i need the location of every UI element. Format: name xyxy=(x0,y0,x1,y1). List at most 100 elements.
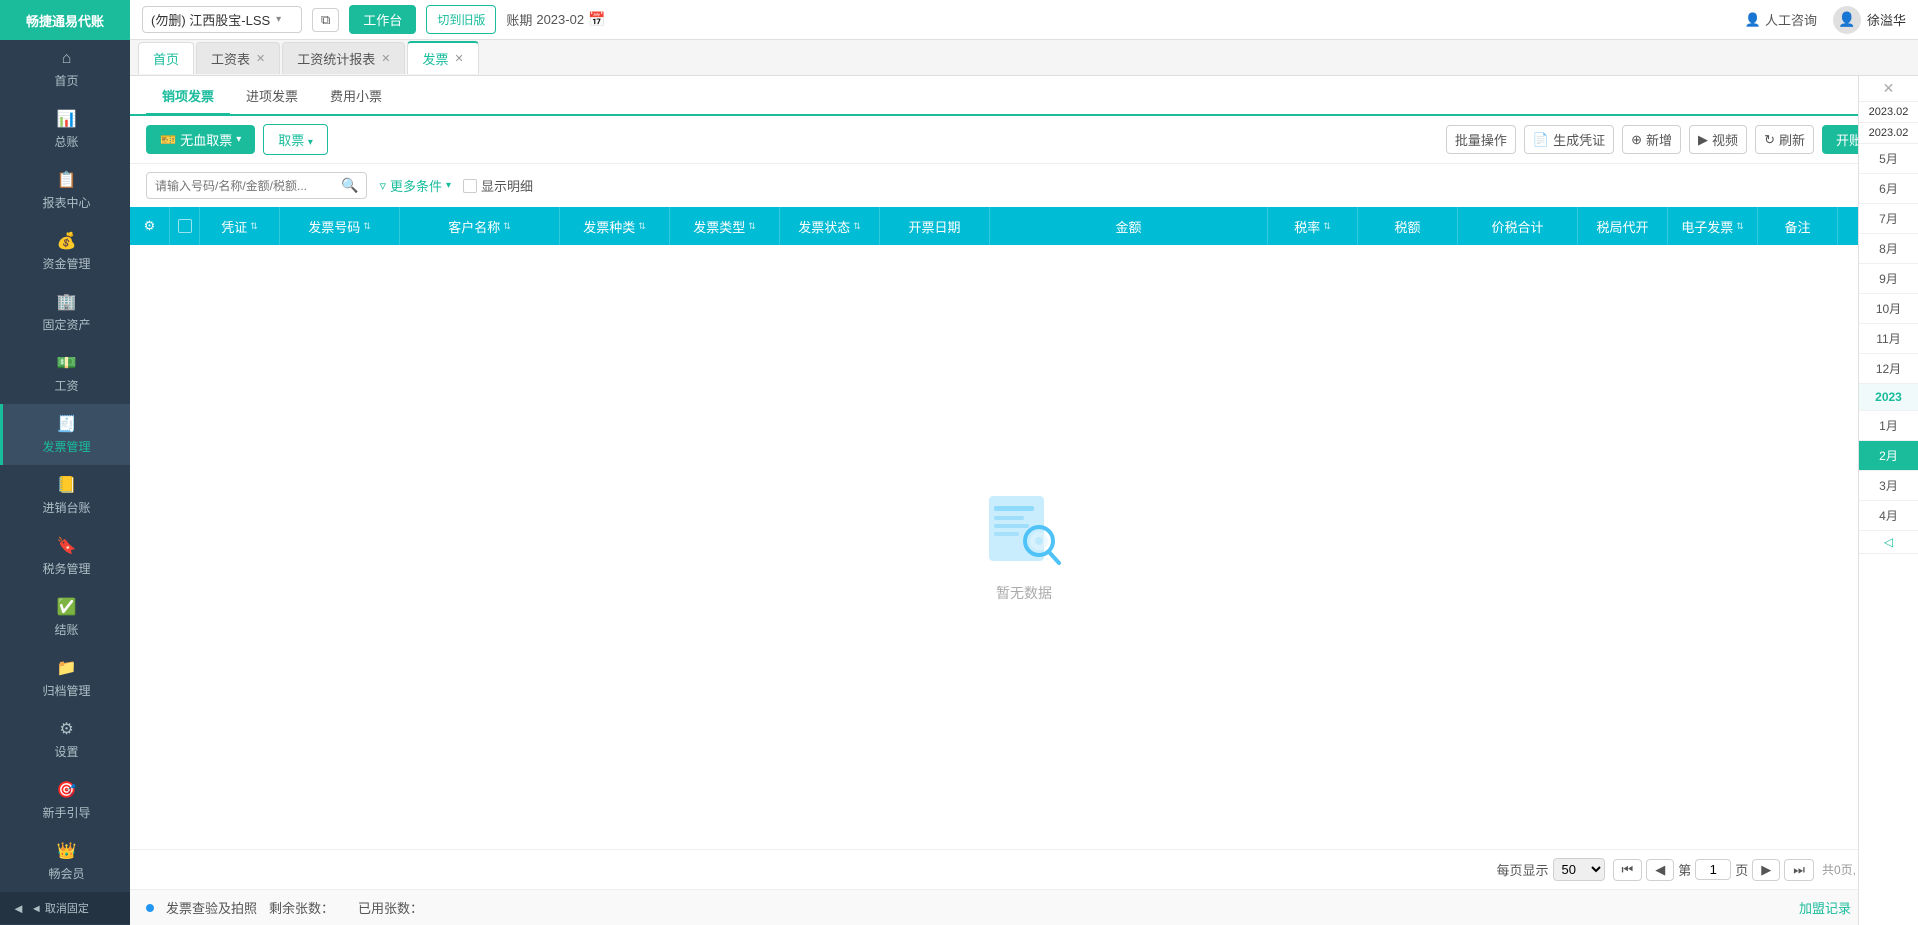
last-page-button[interactable]: ⏭ xyxy=(1784,859,1814,881)
tab-label: 首页 xyxy=(153,49,179,68)
th-checkbox[interactable] xyxy=(170,207,200,245)
content-with-panel: 销项发票 进项发票 费用小票 🎫 无血取票 ▾ 取票 ▾ xyxy=(130,76,1918,925)
sidebar-collapse-btn[interactable]: ◄ ◄ 取消固定 xyxy=(0,892,130,924)
new-button[interactable]: ⊕ 新增 xyxy=(1622,125,1681,154)
sidebar-item-tax[interactable]: 🔖 税务管理 xyxy=(0,526,130,587)
company-name: (勿删) 江西股宝-LSS xyxy=(151,10,270,29)
chevron-down-icon: ▾ xyxy=(276,14,281,25)
sidebar-item-invoices[interactable]: 🧾 发票管理 xyxy=(0,404,130,465)
bottom-bar: 发票查验及拍照 剩余张数： 已用张数： 加盟记录 去充值 xyxy=(130,889,1918,925)
period-label: 账期 xyxy=(506,10,532,29)
sidebar-item-archive[interactable]: 📁 归档管理 xyxy=(0,648,130,709)
more-conditions-btn[interactable]: ▿ 更多条件 ▾ xyxy=(379,176,451,195)
sidebar-item-assets[interactable]: 🏢 固定资产 xyxy=(0,282,130,343)
sidebar-item-salary[interactable]: 💵 工资 xyxy=(0,343,130,404)
th-total[interactable]: 价税合计 xyxy=(1458,207,1578,245)
sidebar-item-home[interactable]: ⌂ 首页 xyxy=(0,40,130,99)
th-invoice-status[interactable]: 发票状态 ⇅ xyxy=(780,207,880,245)
calendar-icon[interactable]: 📅 xyxy=(588,11,605,28)
tab-invoices[interactable]: 发票 ✕ xyxy=(407,41,478,74)
company-selector[interactable]: (勿删) 江西股宝-LSS ▾ xyxy=(142,6,302,33)
prev-page-button[interactable]: ◀ xyxy=(1646,859,1674,881)
no-ticket-label: 无血取票 xyxy=(180,130,232,149)
th-invoice-type[interactable]: 发票种类 ⇅ xyxy=(560,207,670,245)
sub-tab-outgoing[interactable]: 销项发票 xyxy=(146,78,230,115)
date-panel-expand-btn[interactable]: ◁ xyxy=(1859,531,1918,554)
th-tax-rate[interactable]: 税率 ⇅ xyxy=(1268,207,1358,245)
workspace-button[interactable]: 工作台 xyxy=(349,5,416,34)
th-tax-amount[interactable]: 税额 xyxy=(1358,207,1458,245)
tab-salary-stats[interactable]: 工资统计报表 ✕ xyxy=(282,42,405,74)
th-customer[interactable]: 客户名称 ⇅ xyxy=(400,207,560,245)
sidebar-item-funds[interactable]: 💰 资金管理 xyxy=(0,221,130,282)
tax-icon: 🔖 xyxy=(57,536,77,556)
first-page-button[interactable]: ⏮ xyxy=(1613,859,1643,881)
date-panel-month-12[interactable]: 12月 xyxy=(1859,354,1918,384)
video-button[interactable]: ▶ 视频 xyxy=(1689,125,1747,154)
support-button[interactable]: 👤 人工咨询 xyxy=(1745,10,1817,29)
sidebar-item-sales-ledger[interactable]: 📒 进销台账 xyxy=(0,465,130,526)
close-tab-icon[interactable]: ✕ xyxy=(256,52,265,65)
sidebar-item-vip[interactable]: 👑 畅会员 xyxy=(0,831,130,892)
close-tab-icon[interactable]: ✕ xyxy=(381,52,390,65)
join-record-link[interactable]: 加盟记录 xyxy=(1799,898,1851,917)
copy-button[interactable]: ⧉ xyxy=(312,8,339,32)
th-remark[interactable]: 备注 xyxy=(1758,207,1838,245)
th-settings[interactable]: ⚙ xyxy=(130,207,170,245)
invoices-icon: 🧾 xyxy=(57,414,77,434)
batch-ops-label: 批量操作 xyxy=(1455,130,1507,149)
gen-voucher-icon: 📄 xyxy=(1533,132,1549,148)
sub-tab-incoming[interactable]: 进项发票 xyxy=(230,78,314,115)
th-electronic[interactable]: 电子发票 ⇅ xyxy=(1668,207,1758,245)
date-panel-month-7[interactable]: 7月 xyxy=(1859,204,1918,234)
new-icon: ⊕ xyxy=(1631,132,1642,148)
show-detail-checkbox[interactable] xyxy=(463,179,477,193)
dropdown-arrow-icon: ▾ xyxy=(236,134,241,145)
select-all-checkbox[interactable] xyxy=(178,219,192,233)
date-panel-month-9[interactable]: 9月 xyxy=(1859,264,1918,294)
next-page-button[interactable]: ▶ xyxy=(1752,859,1780,881)
th-invoice-kind[interactable]: 发票类型 ⇅ xyxy=(670,207,780,245)
tab-home[interactable]: 首页 xyxy=(138,42,194,74)
tab-salary-table[interactable]: 工资表 ✕ xyxy=(196,42,280,74)
main-content-area: 销项发票 进项发票 费用小票 🎫 无血取票 ▾ 取票 ▾ xyxy=(130,76,1918,925)
batch-ops-button[interactable]: 批量操作 xyxy=(1446,125,1516,154)
date-panel-month-8[interactable]: 8月 xyxy=(1859,234,1918,264)
th-open-date[interactable]: 开票日期 xyxy=(880,207,990,245)
th-tax-bureau[interactable]: 税局代开 xyxy=(1578,207,1668,245)
date-panel-month-1[interactable]: 1月 xyxy=(1859,411,1918,441)
sort-icon: ⇅ xyxy=(853,221,861,232)
date-panel-month-3[interactable]: 3月 xyxy=(1859,471,1918,501)
date-panel-month-6[interactable]: 6月 xyxy=(1859,174,1918,204)
gen-voucher-label: 生成凭证 xyxy=(1553,130,1605,149)
date-panel-month-11[interactable]: 11月 xyxy=(1859,324,1918,354)
table-body: 暂无数据 xyxy=(130,245,1918,849)
th-amount[interactable]: 金额 xyxy=(990,207,1268,245)
search-input[interactable] xyxy=(155,179,335,193)
sidebar-item-settings[interactable]: ⚙ 设置 xyxy=(0,709,130,770)
th-voucher[interactable]: 凭证 ⇅ xyxy=(200,207,280,245)
date-panel-close-btn[interactable]: ✕ xyxy=(1859,76,1918,102)
sidebar-item-guide[interactable]: 🎯 新手引导 xyxy=(0,770,130,831)
th-invoice-no[interactable]: 发票号码 ⇅ xyxy=(280,207,400,245)
show-detail-toggle[interactable]: 显示明细 xyxy=(463,176,533,195)
page-input[interactable] xyxy=(1695,859,1731,880)
no-ticket-button[interactable]: 🎫 无血取票 ▾ xyxy=(146,125,255,154)
date-panel-month-5[interactable]: 5月 xyxy=(1859,144,1918,174)
date-panel-month-10[interactable]: 10月 xyxy=(1859,294,1918,324)
sidebar-item-ledger[interactable]: 📊 总账 xyxy=(0,99,130,160)
sub-tab-expense[interactable]: 费用小票 xyxy=(314,78,398,115)
per-page-dropdown[interactable]: 50 20 100 xyxy=(1553,858,1605,881)
get-ticket-button[interactable]: 取票 ▾ xyxy=(263,124,328,155)
search-box[interactable]: 🔍 xyxy=(146,172,367,199)
sidebar-item-label: 畅会员 xyxy=(48,865,84,882)
user-info[interactable]: 👤 徐溢华 xyxy=(1833,6,1906,34)
refresh-button[interactable]: ↻ 刷新 xyxy=(1755,125,1814,154)
gen-voucher-button[interactable]: 📄 生成凭证 xyxy=(1524,125,1614,154)
date-panel-month-2-active[interactable]: 2月 xyxy=(1859,441,1918,471)
switch-version-button[interactable]: 切到旧版 xyxy=(426,5,496,34)
sidebar-item-close[interactable]: ✅ 结账 xyxy=(0,587,130,648)
date-panel-month-4[interactable]: 4月 xyxy=(1859,501,1918,531)
close-tab-icon[interactable]: ✕ xyxy=(455,52,464,65)
sidebar-item-reports[interactable]: 📋 报表中心 xyxy=(0,160,130,221)
